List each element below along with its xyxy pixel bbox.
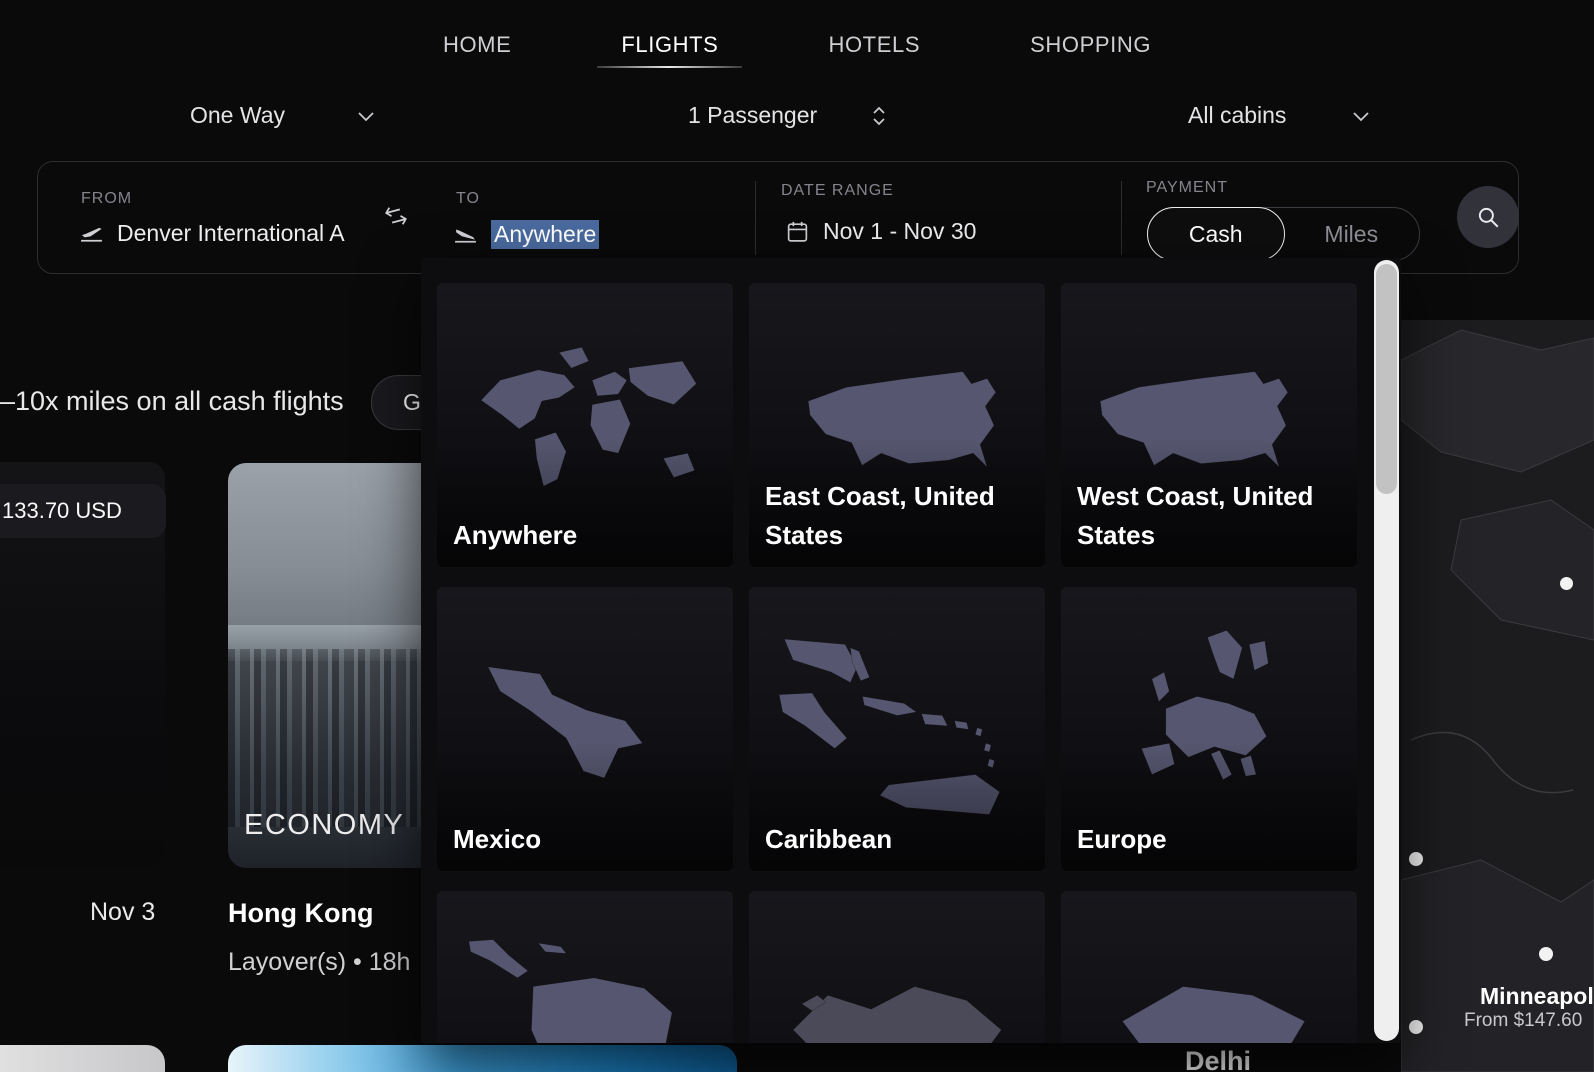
- destination-dropdown: Anywhere East Coast, United States West …: [421, 258, 1401, 1043]
- trip-type-value: One Way: [190, 102, 285, 129]
- map-point-dot[interactable]: [1560, 577, 1573, 590]
- price-chip-text: 133.70 USD: [2, 498, 122, 524]
- plane-landing-icon: [453, 222, 478, 247]
- destination-option-partial-2[interactable]: [749, 891, 1045, 1043]
- payment-cash-label: Cash: [1189, 221, 1243, 248]
- swap-origin-destination-icon[interactable]: [379, 199, 413, 233]
- date-range-label: DATE RANGE: [781, 182, 894, 200]
- destination-option-partial-1[interactable]: [437, 891, 733, 1043]
- passenger-count-stepper[interactable]: 1 Passenger: [688, 102, 887, 129]
- destination-option-label: East Coast, United States: [765, 477, 1031, 555]
- destination-option-east-coast-us[interactable]: East Coast, United States: [749, 283, 1045, 567]
- calendar-icon: [785, 219, 810, 244]
- flight-result-card-left[interactable]: 133.70 USD: [0, 462, 165, 868]
- nav-tab-shopping[interactable]: SHOPPING: [1006, 22, 1175, 68]
- cabin-badge: ECONOMY: [244, 809, 404, 842]
- card-image-partial-blue: [228, 1045, 737, 1072]
- promo-banner-text: –10x miles on all cash flights: [0, 386, 344, 417]
- chevron-down-icon: [357, 110, 375, 122]
- destination-grid: Anywhere East Coast, United States West …: [437, 283, 1357, 1043]
- from-field-value: Denver International A: [117, 220, 345, 247]
- destination-option-caribbean[interactable]: Caribbean: [749, 587, 1045, 871]
- map-point-dot[interactable]: [1409, 1020, 1423, 1034]
- destination-option-label: Caribbean: [765, 820, 1031, 859]
- card-image-partial-light: [0, 1045, 165, 1072]
- dropdown-scrollbar-track[interactable]: [1374, 260, 1399, 1041]
- nav-tab-home-label: HOME: [443, 32, 511, 58]
- nav-tab-shopping-label: SHOPPING: [1030, 32, 1151, 58]
- cabin-class-select[interactable]: All cabins: [1188, 102, 1370, 129]
- to-field[interactable]: Anywhere: [453, 220, 599, 249]
- field-divider: [1121, 181, 1122, 255]
- from-field[interactable]: Denver International A: [79, 220, 345, 247]
- payment-miles-label: Miles: [1324, 221, 1378, 248]
- background-map-landmass: [1401, 320, 1594, 1072]
- chevron-down-icon: [1352, 110, 1370, 122]
- destination-option-label: Europe: [1077, 820, 1343, 859]
- region-map-thumbnail: [437, 891, 733, 1043]
- nav-tab-home[interactable]: HOME: [419, 22, 535, 68]
- search-button[interactable]: [1457, 186, 1519, 248]
- map-price-label: From $147.60: [1464, 1010, 1582, 1032]
- top-navigation: HOME FLIGHTS HOTELS SHOPPING: [0, 22, 1594, 68]
- cabin-class-value: All cabins: [1188, 102, 1286, 129]
- destination-option-label: Mexico: [453, 820, 719, 859]
- partial-city-label: Delhi: [1185, 1046, 1251, 1072]
- nav-tab-hotels-label: HOTELS: [828, 32, 920, 58]
- map-city-label: Minneapolis: [1480, 983, 1594, 1010]
- plane-takeoff-icon: [79, 221, 104, 246]
- up-down-chevrons-icon: [871, 104, 887, 128]
- nav-tab-flights[interactable]: FLIGHTS: [597, 22, 742, 68]
- payment-option-miles[interactable]: Miles: [1284, 208, 1420, 260]
- to-field-value-selected: Anywhere: [491, 220, 599, 249]
- date-range-field[interactable]: Nov 1 - Nov 30: [785, 218, 976, 245]
- price-chip: 133.70 USD: [0, 484, 166, 538]
- background-map: [1401, 320, 1594, 1072]
- payment-option-cash[interactable]: Cash: [1147, 207, 1285, 261]
- date-range-value: Nov 1 - Nov 30: [823, 218, 976, 245]
- region-map-thumbnail: [749, 891, 1045, 1043]
- trip-type-select[interactable]: One Way: [190, 102, 375, 129]
- trip-options-row: One Way 1 Passenger All cabins: [0, 102, 1594, 140]
- field-divider: [755, 181, 756, 255]
- destination-option-label: West Coast, United States: [1077, 477, 1343, 555]
- dropdown-scrollbar-thumb[interactable]: [1376, 264, 1397, 494]
- payment-toggle: Cash Miles: [1147, 207, 1420, 261]
- region-map-thumbnail: [1061, 891, 1357, 1043]
- result-flight-details: Layover(s) • 18h: [228, 948, 410, 977]
- app-root: –10x miles on all cash flights G 133.70 …: [0, 0, 1594, 1072]
- map-point-dot[interactable]: [1409, 852, 1423, 866]
- destination-option-west-coast-us[interactable]: West Coast, United States: [1061, 283, 1357, 567]
- search-icon: [1475, 204, 1501, 230]
- promo-button-label: G: [403, 389, 421, 416]
- destination-option-anywhere[interactable]: Anywhere: [437, 283, 733, 567]
- destination-option-partial-3[interactable]: [1061, 891, 1357, 1043]
- destination-option-europe[interactable]: Europe: [1061, 587, 1357, 871]
- destination-option-label: Anywhere: [453, 516, 719, 555]
- nav-tab-hotels[interactable]: HOTELS: [804, 22, 944, 68]
- destination-option-mexico[interactable]: Mexico: [437, 587, 733, 871]
- map-point-dot[interactable]: [1539, 947, 1553, 961]
- result-date-label: Nov 3: [90, 898, 166, 927]
- from-field-label: FROM: [81, 190, 132, 208]
- result-city-name: Hong Kong: [228, 898, 373, 929]
- payment-label: PAYMENT: [1146, 179, 1228, 197]
- to-field-label: TO: [456, 190, 480, 208]
- passenger-count-value: 1 Passenger: [688, 102, 817, 129]
- nav-tab-flights-label: FLIGHTS: [621, 32, 718, 58]
